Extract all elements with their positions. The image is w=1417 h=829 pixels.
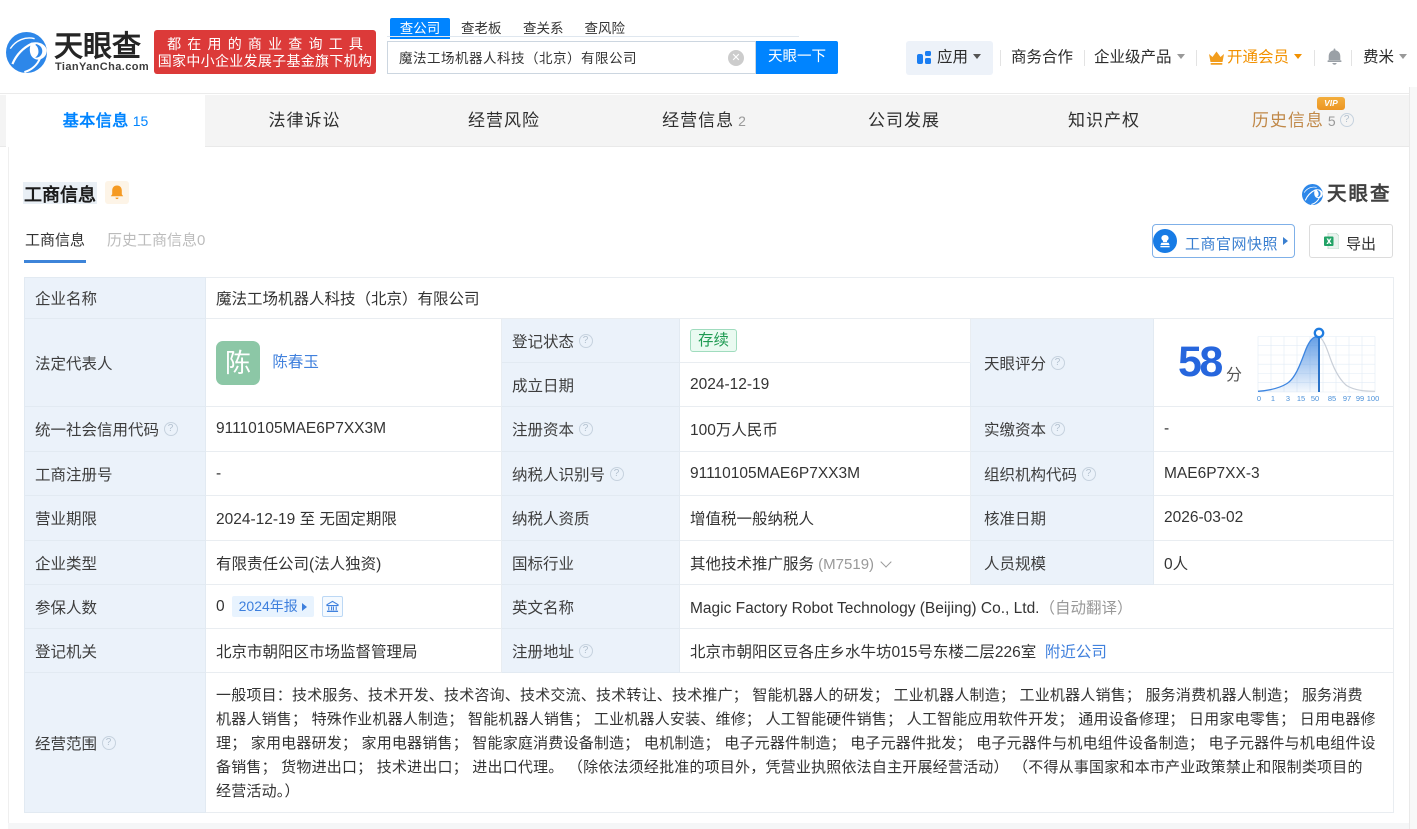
svg-text:97: 97 [1343, 394, 1351, 403]
svg-text:50: 50 [1311, 394, 1319, 403]
svg-text:85: 85 [1328, 394, 1336, 403]
svg-text:0: 0 [1257, 394, 1261, 403]
svg-text:100: 100 [1367, 394, 1379, 403]
svg-text:99: 99 [1356, 394, 1364, 403]
svg-text:1: 1 [1271, 394, 1275, 403]
svg-text:3: 3 [1286, 394, 1290, 403]
svg-text:15: 15 [1297, 394, 1305, 403]
